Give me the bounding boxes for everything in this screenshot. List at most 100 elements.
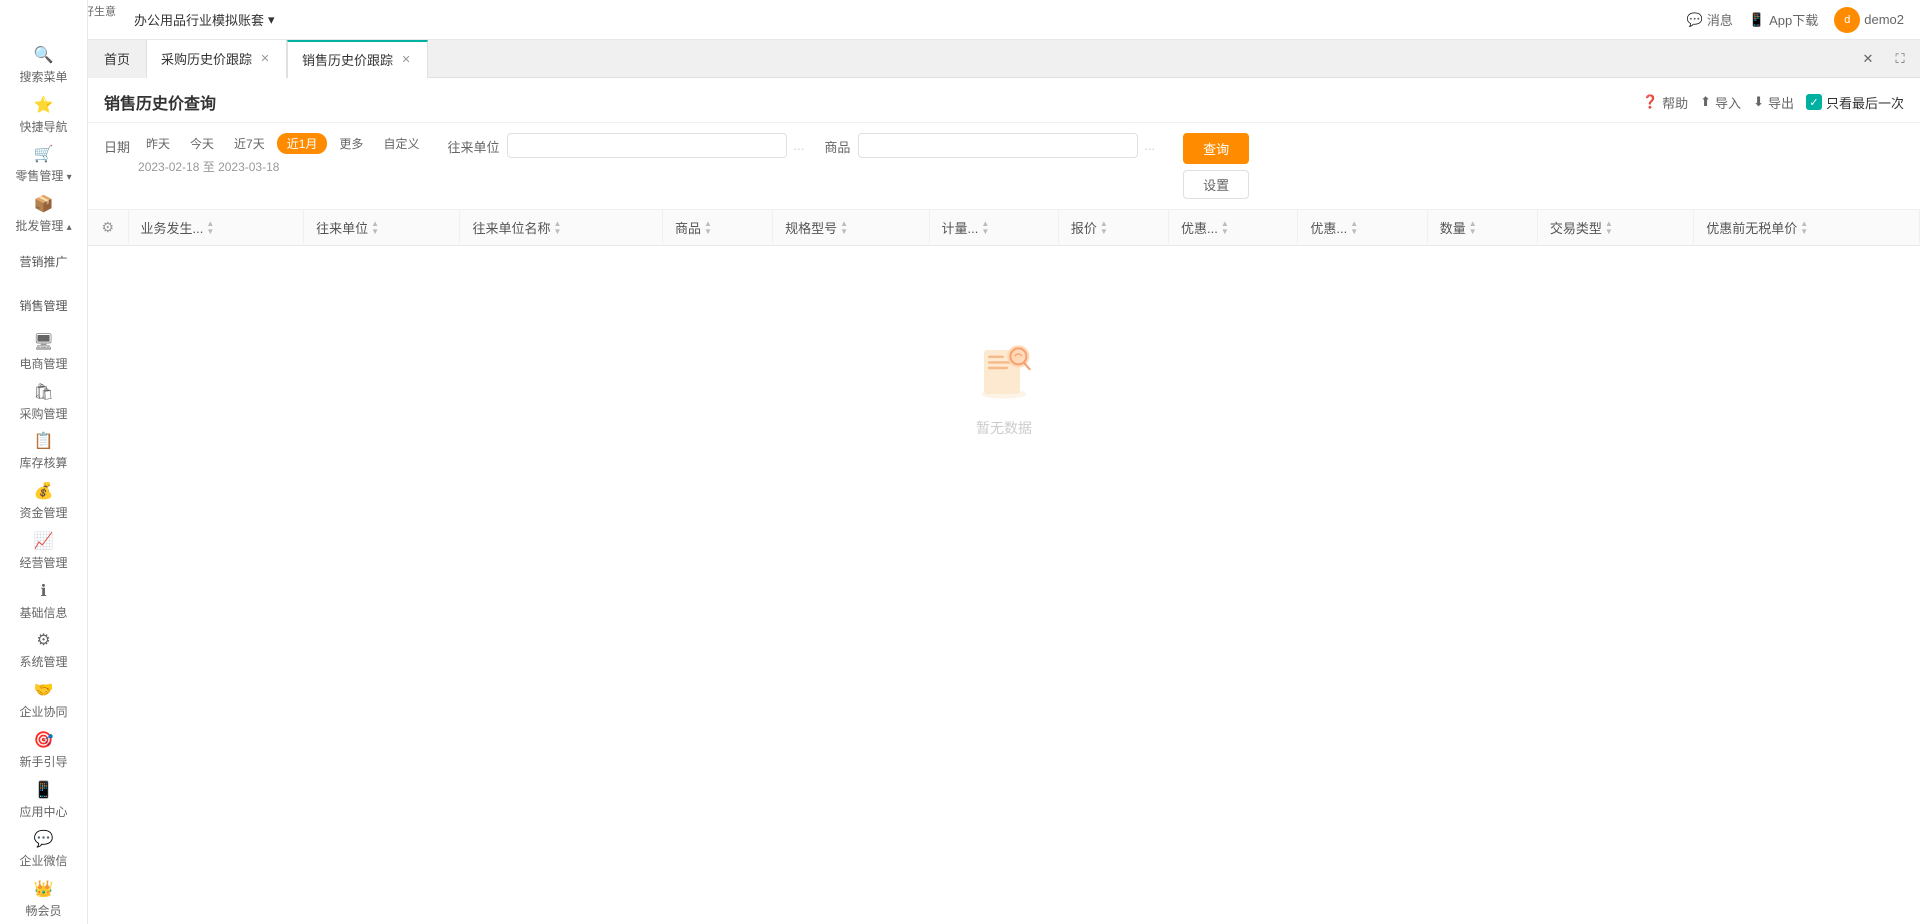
sort-arrows-spec: ▲▼ (840, 220, 848, 236)
guide-icon: 🎯 (34, 730, 54, 750)
message-icon: 💬 (1687, 12, 1703, 28)
search-icon: 🔍 (34, 45, 54, 65)
app-selector[interactable]: 办公用品行业模拟账套 ▾ (126, 6, 283, 33)
sidebar-item-ecommerce[interactable]: 🖥 电商管理 (0, 327, 87, 377)
date-tab-yesterday[interactable]: 昨天 (138, 133, 178, 154)
data-table: ⚙ 业务发生... ▲▼ 往来单位 ▲▼ (88, 210, 1920, 246)
page-container: 销售历史价查询 ❓ 帮助 ⬆ 导入 ⬇ 导出 ✓ 只看最后一次 (88, 78, 1920, 924)
th-product[interactable]: 商品 ▲▼ (663, 210, 773, 246)
sidebar-item-sales-mgmt[interactable]: 销售管理 (0, 283, 87, 327)
sidebar-item-enterprise[interactable]: 🤝 企业协同 (0, 675, 87, 725)
sidebar-item-system[interactable]: ⚙ 系统管理 (0, 626, 87, 676)
th-quantity[interactable]: 数量 ▲▼ (1427, 210, 1537, 246)
sidebar-item-newbie[interactable]: 🎯 新手引导 (0, 725, 87, 775)
th-pretax-price[interactable]: 优惠前无税单价 ▲▼ (1694, 210, 1920, 246)
table-settings-icon[interactable]: ⚙ (101, 219, 114, 235)
app-icon: 📱 (34, 780, 54, 800)
partner-input[interactable] (507, 133, 787, 158)
partner-dots-button[interactable]: ... (793, 138, 804, 153)
sidebar-item-wholesale[interactable]: 📦 批发管理 ▴ (0, 189, 87, 239)
message-button[interactable]: 💬 消息 (1687, 10, 1733, 29)
tab-home[interactable]: 首页 (88, 40, 146, 78)
date-tab-more[interactable]: 更多 (331, 133, 371, 154)
download-icon: 📱 (1749, 12, 1765, 28)
import-icon: ⬆ (1700, 94, 1711, 110)
th-partner-name[interactable]: 往来单位名称 ▲▼ (460, 210, 663, 246)
sidebar-item-marketing[interactable]: 营销推广 (0, 239, 87, 283)
th-settings[interactable]: ⚙ (88, 210, 128, 246)
date-filter-controls: 昨天 今天 近7天 近1月 更多 自定义 2023-02-18 至 2023-0… (138, 133, 427, 175)
empty-illustration (964, 326, 1044, 406)
sort-arrows-quoted-price: ▲▼ (1100, 220, 1108, 236)
app-download-button[interactable]: 📱 App下载 (1749, 10, 1818, 29)
top-bar-right: 💬 消息 📱 App下载 d demo2 (1687, 7, 1904, 33)
th-partner-id[interactable]: 往来单位 ▲▼ (304, 210, 460, 246)
sort-arrows-unit: ▲▼ (981, 220, 989, 236)
date-tab-7days[interactable]: 近7天 (226, 133, 273, 154)
th-trade-type[interactable]: 交易类型 ▲▼ (1537, 210, 1693, 246)
product-dots-button[interactable]: ... (1144, 138, 1155, 153)
sidebar-item-purchase[interactable]: 🛍 采购管理 (0, 377, 87, 427)
sidebar: 🔍 搜索菜单 ⭐ 快捷导航 🛒 零售管理 ▾ 📦 批发管理 ▴ 营销推广 销售管… (0, 0, 88, 924)
tab-sales-history[interactable]: 销售历史价跟踪 ✕ (287, 40, 428, 78)
gear-icon: ⚙ (36, 630, 50, 650)
sidebar-item-operations[interactable]: 📈 经营管理 (0, 526, 87, 576)
cart-icon: 🛒 (34, 144, 54, 164)
th-quoted-price[interactable]: 报价 ▲▼ (1058, 210, 1168, 246)
sidebar-item-inventory[interactable]: 📋 库存核算 (0, 427, 87, 477)
handshake-icon: 🤝 (34, 680, 54, 700)
sort-arrows-pretax-price: ▲▼ (1800, 220, 1808, 236)
sidebar-item-app-center[interactable]: 📱 应用中心 (0, 775, 87, 825)
page-title: 销售历史价查询 (104, 90, 216, 114)
sidebar-item-search[interactable]: 🔍 搜索菜单 (0, 40, 87, 90)
sidebar-item-wechat[interactable]: 💬 企业微信 (0, 825, 87, 875)
th-discount2[interactable]: 优惠... ▲▼ (1298, 210, 1427, 246)
sort-arrows-product: ▲▼ (704, 220, 712, 236)
crown-icon: 👑 (34, 879, 54, 899)
query-button[interactable]: 查询 (1183, 133, 1249, 164)
close-sales-history-tab[interactable]: ✕ (399, 53, 413, 67)
top-bar: 好 畅捷通好生意 标准版 办公用品行业模拟账套 ▾ 💬 消息 📱 App下载 d… (0, 0, 1920, 40)
th-spec[interactable]: 规格型号 ▲▼ (773, 210, 929, 246)
sort-arrows-partner-id: ▲▼ (371, 220, 379, 236)
date-tabs: 昨天 今天 近7天 近1月 更多 自定义 (138, 133, 427, 154)
settings-button[interactable]: 设置 (1183, 170, 1249, 199)
date-filter-group: 日期 昨天 今天 近7天 近1月 更多 自定义 2023-02-18 至 202… (104, 133, 427, 175)
help-button[interactable]: ❓ 帮助 (1642, 93, 1688, 112)
sort-arrows-partner-name: ▲▼ (553, 220, 561, 236)
only-last-checkbox[interactable]: ✓ 只看最后一次 (1806, 93, 1904, 112)
close-all-tabs-button[interactable]: ✕ (1856, 47, 1880, 71)
product-input-group: ... (858, 133, 1155, 158)
th-unit[interactable]: 计量... ▲▼ (929, 210, 1058, 246)
sidebar-item-basic-info[interactable]: ℹ 基础信息 (0, 576, 87, 626)
partner-label: 往来单位 (447, 133, 499, 156)
import-button[interactable]: ⬆ 导入 (1700, 93, 1741, 112)
partner-input-group: ... (507, 133, 804, 158)
tab-bar-actions: ✕ ⛶ (1856, 47, 1920, 71)
sidebar-item-retail[interactable]: 🛒 零售管理 ▾ (0, 140, 87, 190)
filter-area: 日期 昨天 今天 近7天 近1月 更多 自定义 2023-02-18 至 202… (88, 123, 1920, 210)
date-tab-custom[interactable]: 自定义 (375, 133, 427, 154)
help-icon: ❓ (1642, 94, 1658, 110)
page-header: 销售历史价查询 ❓ 帮助 ⬆ 导入 ⬇ 导出 ✓ 只看最后一次 (88, 78, 1920, 123)
sidebar-item-finance[interactable]: 💰 资金管理 (0, 476, 87, 526)
product-input[interactable] (858, 133, 1138, 158)
maximize-button[interactable]: ⛶ (1888, 47, 1912, 71)
user-profile[interactable]: d demo2 (1834, 7, 1904, 33)
th-business-date[interactable]: 业务发生... ▲▼ (128, 210, 304, 246)
sidebar-item-member[interactable]: 👑 畅会员 (0, 874, 87, 924)
purchase-icon: 🛍 (33, 382, 53, 402)
date-tab-today[interactable]: 今天 (182, 133, 222, 154)
page-actions: ❓ 帮助 ⬆ 导入 ⬇ 导出 ✓ 只看最后一次 (1642, 93, 1904, 112)
sidebar-item-shortcut[interactable]: ⭐ 快捷导航 (0, 90, 87, 140)
info-icon: ℹ (40, 581, 46, 601)
date-range-display: 2023-02-18 至 2023-03-18 (138, 158, 427, 175)
date-tab-1month[interactable]: 近1月 (277, 133, 328, 154)
close-purchase-history-tab[interactable]: ✕ (258, 52, 272, 66)
partner-filter-group: 往来单位 ... (447, 133, 804, 158)
sort-arrows-quantity: ▲▼ (1469, 220, 1477, 236)
export-button[interactable]: ⬇ 导出 (1753, 93, 1794, 112)
tab-purchase-history[interactable]: 采购历史价跟踪 ✕ (146, 40, 287, 78)
empty-text: 暂无数据 (976, 418, 1032, 438)
th-discount1[interactable]: 优惠... ▲▼ (1169, 210, 1298, 246)
